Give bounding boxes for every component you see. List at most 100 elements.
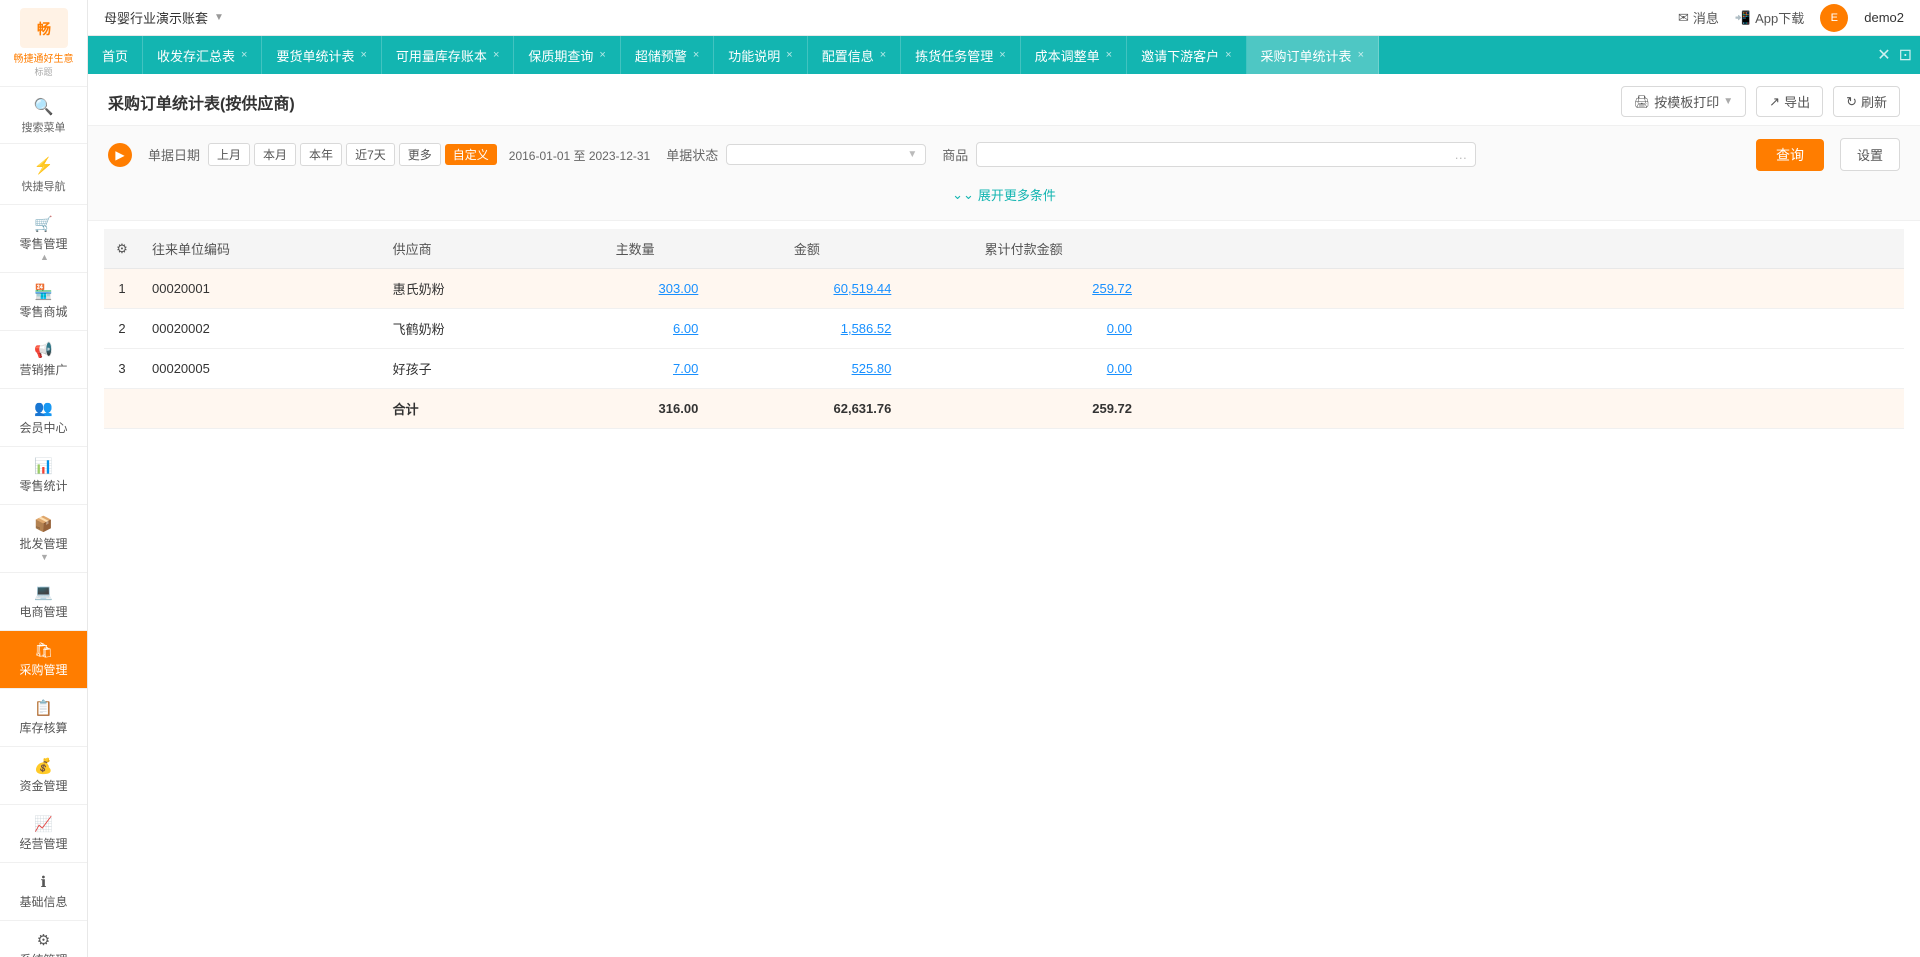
- row-paid[interactable]: 259.72: [903, 269, 1144, 309]
- tab-overstock[interactable]: 超储预警 ×: [621, 36, 714, 74]
- row-amount[interactable]: 1,586.52: [710, 309, 903, 349]
- tab-order-summary-close[interactable]: ×: [360, 49, 366, 61]
- sidebar-item-retail-manage[interactable]: 🛒 零售管理 ▲: [0, 205, 87, 273]
- table-row: 1 00020001 惠氏奶粉 303.00 60,519.44 259.72: [104, 269, 1904, 309]
- tab-available-stock[interactable]: 可用量库存账本 ×: [382, 36, 514, 74]
- sidebar-item-ecommerce[interactable]: 💻 电商管理: [0, 573, 87, 631]
- tab-overstock-label: 超储预警: [635, 46, 687, 65]
- tab-purchase-summary[interactable]: 采购订单统计表 ×: [1247, 36, 1379, 74]
- footer-quantity: 316.00: [560, 389, 710, 429]
- tab-invite-downstream-close[interactable]: ×: [1225, 49, 1231, 61]
- tab-function-desc-close[interactable]: ×: [786, 49, 792, 61]
- expand-icon: ⌄⌄: [952, 187, 974, 203]
- row-extra: [1144, 269, 1904, 309]
- app-download-label: App下载: [1755, 8, 1804, 27]
- sidebar-marketing-label: 营销推广: [19, 361, 67, 378]
- message-button[interactable]: ✉ 消息: [1678, 8, 1719, 27]
- date-btn-this-month[interactable]: 本月: [254, 143, 296, 166]
- row-code: 00020002: [140, 309, 381, 349]
- nav-fullscreen-icon[interactable]: ⊡: [1899, 45, 1912, 65]
- nav-close-icon[interactable]: ✕: [1877, 45, 1890, 65]
- sidebar-item-member[interactable]: 👥 会员中心: [0, 389, 87, 447]
- tab-receive-summary[interactable]: 收发存汇总表 ×: [143, 36, 262, 74]
- tab-config-info-close[interactable]: ×: [880, 49, 886, 61]
- row-paid[interactable]: 0.00: [903, 309, 1144, 349]
- quick-nav-icon: ⚡: [34, 156, 54, 176]
- sidebar-system-label: 系统管理: [19, 951, 67, 957]
- filter-toggle-button[interactable]: ▶: [108, 143, 132, 167]
- svg-text:畅: 畅: [37, 21, 51, 37]
- purchase-icon: 🛍: [34, 641, 53, 659]
- sidebar-finance-label: 资金管理: [19, 777, 67, 794]
- tab-pick-task[interactable]: 拣货任务管理 ×: [901, 36, 1020, 74]
- row-quantity[interactable]: 303.00: [560, 269, 710, 309]
- query-button[interactable]: 查询: [1756, 139, 1824, 171]
- system-icon: ⚙: [37, 931, 50, 949]
- sidebar-retail-stats-label: 零售统计: [19, 477, 67, 494]
- date-btn-last-month[interactable]: 上月: [208, 143, 250, 166]
- app-download-button[interactable]: 📲 App下载: [1735, 8, 1804, 27]
- sidebar-item-marketing[interactable]: 📢 营销推广: [0, 331, 87, 389]
- export-button[interactable]: ↗ 导出: [1756, 86, 1823, 117]
- tab-shelf-life-close[interactable]: ×: [599, 49, 605, 61]
- tab-pick-task-close[interactable]: ×: [999, 49, 1005, 61]
- sidebar-item-stock[interactable]: 📋 库存核算: [0, 689, 87, 747]
- sidebar-member-label: 会员中心: [19, 419, 67, 436]
- sidebar-operation-label: 经营管理: [19, 835, 67, 852]
- tab-shelf-life[interactable]: 保质期查询 ×: [514, 36, 620, 74]
- tab-receive-summary-close[interactable]: ×: [241, 49, 247, 61]
- settings-button[interactable]: 设置: [1840, 138, 1900, 171]
- tab-function-desc[interactable]: 功能说明 ×: [714, 36, 807, 74]
- sidebar-item-finance[interactable]: 💰 资金管理: [0, 747, 87, 805]
- row-extra: [1144, 349, 1904, 389]
- sidebar-search-label: 搜索菜单: [22, 119, 66, 135]
- tab-purchase-summary-close[interactable]: ×: [1358, 49, 1364, 61]
- sidebar-item-basic-info[interactable]: ℹ 基础信息: [0, 863, 87, 921]
- workspace-right: ✉ 消息 📲 App下载 E demo2: [1678, 4, 1904, 32]
- row-amount[interactable]: 60,519.44: [710, 269, 903, 309]
- expand-more-button[interactable]: ⌄⌄ 展开更多条件: [952, 181, 1056, 208]
- search-icon: 🔍: [34, 97, 54, 117]
- refresh-button[interactable]: ↻ 刷新: [1833, 86, 1900, 117]
- sidebar-item-operation[interactable]: 📈 经营管理: [0, 805, 87, 863]
- sidebar-item-quick-nav[interactable]: ⚡ 快捷导航: [0, 144, 87, 205]
- user-avatar[interactable]: E: [1820, 4, 1848, 32]
- sidebar-item-system[interactable]: ⚙ 系统管理: [0, 921, 87, 957]
- sidebar-item-wholesale[interactable]: 📦 批发管理 ▼: [0, 505, 87, 573]
- date-custom-badge[interactable]: 自定义: [445, 144, 497, 165]
- filter-row-1: ▶ 单据日期 上月 本月 本年 近7天 更多 自定义 2016-01-01 至 …: [108, 138, 1900, 171]
- tab-invite-downstream[interactable]: 邀请下游客户 ×: [1127, 36, 1246, 74]
- sidebar-item-search[interactable]: 🔍 搜索菜单: [0, 87, 87, 144]
- date-label: 单据日期: [148, 145, 200, 164]
- tab-available-stock-close[interactable]: ×: [493, 49, 499, 61]
- tab-overstock-close[interactable]: ×: [693, 49, 699, 61]
- goods-input[interactable]: [977, 143, 1446, 166]
- tab-order-summary[interactable]: 要货单统计表 ×: [262, 36, 381, 74]
- sidebar-item-purchase[interactable]: 🛍 采购管理: [0, 631, 87, 689]
- tab-config-info[interactable]: 配置信息 ×: [808, 36, 901, 74]
- date-btn-this-year[interactable]: 本年: [300, 143, 342, 166]
- status-select[interactable]: ▼: [726, 144, 926, 165]
- tab-cost-adjust-close[interactable]: ×: [1106, 49, 1112, 61]
- footer-empty-code: [140, 389, 381, 429]
- tab-home[interactable]: 首页: [88, 36, 143, 74]
- sidebar-item-retail-stats[interactable]: 📊 零售统计: [0, 447, 87, 505]
- tab-cost-adjust[interactable]: 成本调整单 ×: [1021, 36, 1127, 74]
- workspace-selector[interactable]: 母婴行业演示账套 ▼: [104, 8, 224, 27]
- table-body: 1 00020001 惠氏奶粉 303.00 60,519.44 259.72 …: [104, 269, 1904, 389]
- tab-available-stock-label: 可用量库存账本: [396, 46, 487, 65]
- sidebar-item-retail-mall[interactable]: 🏪 零售商城: [0, 273, 87, 331]
- print-button[interactable]: 🖨 按模板打印 ▼: [1621, 86, 1746, 117]
- date-btn-more[interactable]: 更多: [399, 143, 441, 166]
- row-paid[interactable]: 0.00: [903, 349, 1144, 389]
- export-label: 导出: [1784, 92, 1810, 111]
- row-quantity[interactable]: 6.00: [560, 309, 710, 349]
- tab-receive-summary-label: 收发存汇总表: [157, 46, 235, 65]
- row-quantity[interactable]: 7.00: [560, 349, 710, 389]
- row-code: 00020005: [140, 349, 381, 389]
- row-amount[interactable]: 525.80: [710, 349, 903, 389]
- goods-filter-group: 商品 …: [942, 142, 1740, 167]
- goods-more-icon[interactable]: …: [1446, 143, 1475, 166]
- date-btn-7days[interactable]: 近7天: [346, 143, 395, 166]
- col-gear[interactable]: ⚙: [104, 229, 140, 269]
